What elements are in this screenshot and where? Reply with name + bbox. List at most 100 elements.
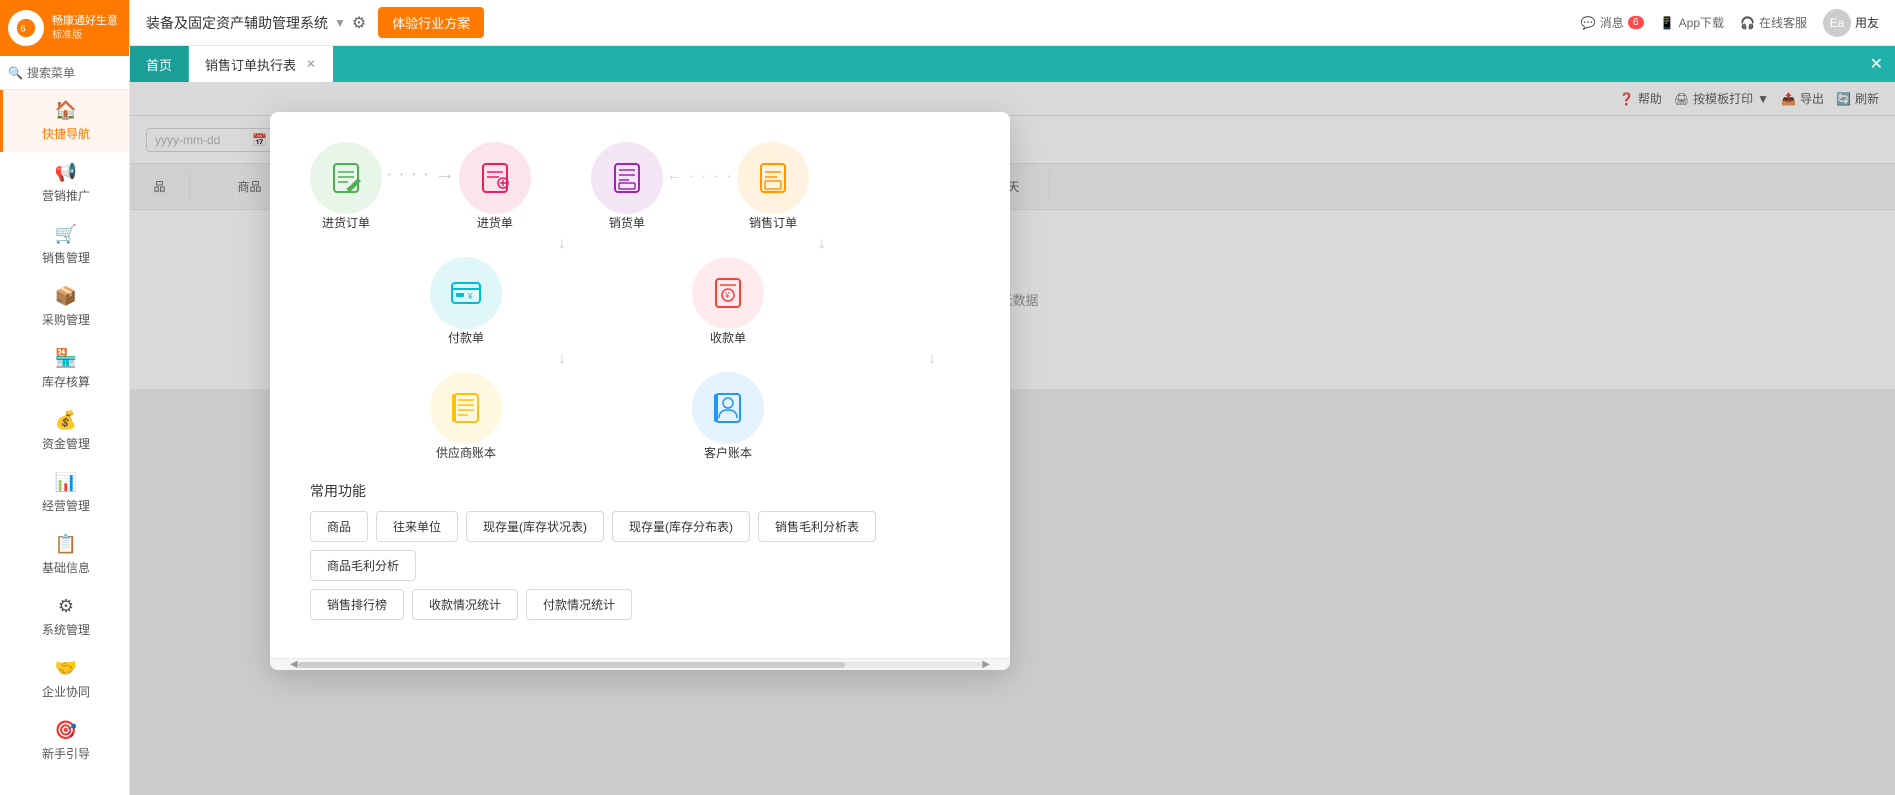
purchase-order-label: 进货订单 [322, 214, 370, 231]
search-icon: 🔍 [8, 66, 23, 80]
logo-text: 畅康通好生意 标准版 [52, 14, 118, 41]
system-dropdown-icon[interactable]: ▼ [334, 16, 346, 30]
scrollbar-thumb[interactable] [298, 662, 846, 668]
sales-bill-icon[interactable] [591, 142, 663, 214]
flow-row-3: 供应商账本 客户账本 [430, 372, 764, 461]
arrow-dashed-1: ← · · · · [667, 167, 733, 207]
sales-icon: 🛒 [55, 224, 77, 245]
func-btn-stock-dist[interactable]: 现存量(库存分布表) [612, 511, 750, 542]
svg-text:¥: ¥ [467, 292, 473, 301]
avatar: Ea [1823, 9, 1851, 37]
payment-bill-node: ¥ 付款单 [430, 257, 502, 346]
common-functions-title: 常用功能 [310, 481, 970, 501]
func-buttons-row1: 商品 往来单位 现存量(库存状况表) 现存量(库存分布表) 销售毛利分析表 商品… [310, 511, 970, 581]
common-functions: 常用功能 商品 往来单位 现存量(库存状况表) 现存量(库存分布表) 销售毛利分… [310, 481, 970, 638]
func-btn-stock-status[interactable]: 现存量(库存状况表) [466, 511, 604, 542]
arrow-1: · · · · → [386, 163, 455, 210]
message-btn[interactable]: 💬 消息 6 [1581, 14, 1644, 31]
customer-ledger-label: 客户账本 [704, 444, 752, 461]
flow-row-2: ¥ 付款单 ¥ 收款单 [430, 257, 764, 346]
svg-text:¥: ¥ [724, 291, 730, 300]
receipt-bill-node: ¥ 收款单 [692, 257, 764, 346]
settings-icon[interactable]: ⚙ [352, 13, 366, 33]
scrollbar-track [298, 662, 983, 668]
arrow-down-1: ↓ [502, 231, 622, 257]
sidebar-item-marketing[interactable]: 📢 营销推广 [0, 152, 129, 214]
sidebar-item-inventory[interactable]: 🏪 库存核算 [0, 338, 129, 400]
sidebar-item-operation[interactable]: 📊 经营管理 [0, 462, 129, 524]
arrow-down-2: ↓ [762, 231, 882, 257]
tab-sales-order-exec[interactable]: 销售订单执行表 ✕ [189, 46, 333, 82]
scrollbar-left-arrow[interactable]: ◀ [290, 659, 298, 670]
scrollbar-right-arrow[interactable]: ▶ [982, 659, 990, 670]
user-avatar[interactable]: Ea 用友 [1823, 9, 1879, 37]
sales-bill-node: 销货单 [591, 142, 663, 231]
cooperation-icon: 🤝 [55, 658, 77, 679]
sidebar-item-purchase[interactable]: 📦 采购管理 [0, 276, 129, 338]
modal-overlay[interactable]: 进货订单 · · · · → 进货单 [130, 82, 1895, 795]
func-btn-partner[interactable]: 往来单位 [376, 511, 458, 542]
guide-icon: 🎯 [55, 720, 77, 741]
payment-bill-label: 付款单 [448, 329, 484, 346]
quick-nav-icon: 🏠 [55, 100, 77, 121]
tab-home[interactable]: 首页 [130, 46, 189, 82]
finance-icon: 💰 [55, 410, 77, 431]
app-logo: 6 畅康通好生意 标准版 [0, 0, 129, 56]
online-service-btn[interactable]: 🎧 在线客服 [1740, 14, 1807, 31]
logo-icon: 6 [8, 10, 44, 46]
sidebar-item-base-info[interactable]: 📋 基础信息 [0, 524, 129, 586]
func-btn-sales-rank[interactable]: 销售排行榜 [310, 589, 404, 620]
main-area: 装备及固定资产辅助管理系统 ▼ ⚙ 体验行业方案 💬 消息 6 📱 App下载 … [130, 0, 1895, 795]
quick-nav-modal: 进货订单 · · · · → 进货单 [270, 112, 1010, 670]
payment-bill-icon[interactable]: ¥ [430, 257, 502, 329]
search-menu[interactable]: 🔍 搜索菜单 [0, 56, 129, 90]
message-badge: 6 [1628, 16, 1644, 29]
sidebar-item-guide[interactable]: 🎯 新手引导 [0, 710, 129, 772]
arrow-down-3: ↓ [502, 346, 622, 372]
purchase-order-icon[interactable] [310, 142, 382, 214]
arrow-down-4: ↓ [872, 346, 992, 372]
service-icon: 🎧 [1740, 16, 1755, 30]
purchase-icon: 📦 [55, 286, 77, 307]
func-btn-payment-stats[interactable]: 付款情况统计 [526, 589, 632, 620]
func-btn-product[interactable]: 商品 [310, 511, 368, 542]
topbar: 装备及固定资产辅助管理系统 ▼ ⚙ 体验行业方案 💬 消息 6 📱 App下载 … [130, 0, 1895, 46]
app-download-btn[interactable]: 📱 App下载 [1660, 14, 1724, 31]
window-close-btn[interactable]: ✕ [1858, 54, 1895, 74]
base-info-icon: 📋 [55, 534, 77, 555]
flow-row-1: 进货订单 · · · · → 进货单 [310, 142, 809, 231]
supplier-ledger-node: 供应商账本 [430, 372, 502, 461]
sidebar-item-quick-nav[interactable]: 🏠 快捷导航 [0, 90, 129, 152]
supplier-ledger-label: 供应商账本 [436, 444, 496, 461]
modal-content: 进货订单 · · · · → 进货单 [270, 112, 1010, 658]
sidebar-item-finance[interactable]: 💰 资金管理 [0, 400, 129, 462]
sales-order-icon[interactable] [737, 142, 809, 214]
sales-order-node: 销售订单 [737, 142, 809, 231]
func-btn-sales-profit[interactable]: 销售毛利分析表 [758, 511, 876, 542]
tabbar: 首页 销售订单执行表 ✕ ✕ [130, 46, 1895, 82]
message-icon: 💬 [1581, 16, 1596, 30]
sidebar-nav: 🏠 快捷导航 📢 营销推广 🛒 销售管理 📦 采购管理 🏪 库存核算 💰 [0, 90, 129, 795]
receipt-bill-icon[interactable]: ¥ [692, 257, 764, 329]
flow-row-arrows: ↓ ↓ [430, 231, 882, 257]
customer-ledger-icon[interactable] [692, 372, 764, 444]
system-name: 装备及固定资产辅助管理系统 ▼ ⚙ [146, 13, 366, 33]
trial-btn[interactable]: 体验行业方案 [378, 7, 484, 38]
sidebar-item-cooperation[interactable]: 🤝 企业协同 [0, 648, 129, 710]
inventory-icon: 🏪 [55, 348, 77, 369]
sidebar-item-sales[interactable]: 🛒 销售管理 [0, 214, 129, 276]
func-btn-receipt-stats[interactable]: 收款情况统计 [412, 589, 518, 620]
flow-row-arrows2: ↓ ↓ [430, 346, 992, 372]
tab-close-icon[interactable]: ✕ [306, 57, 316, 71]
modal-scrollbar[interactable]: ◀ ▶ [270, 658, 1010, 670]
sales-order-label: 销售订单 [749, 214, 797, 231]
sales-bill-label: 销货单 [609, 214, 645, 231]
purchase-order-node: 进货订单 [310, 142, 382, 231]
customer-ledger-node: 客户账本 [692, 372, 764, 461]
func-btn-product-profit[interactable]: 商品毛利分析 [310, 550, 416, 581]
purchase-bill-icon[interactable] [459, 142, 531, 214]
content-area: ❓ 帮助 🖨 按模板打印 ▼ 📤 导出 🔄 刷新 [130, 82, 1895, 795]
download-icon: 📱 [1660, 16, 1675, 30]
supplier-ledger-icon[interactable] [430, 372, 502, 444]
sidebar-item-system[interactable]: ⚙ 系统管理 [0, 586, 129, 648]
